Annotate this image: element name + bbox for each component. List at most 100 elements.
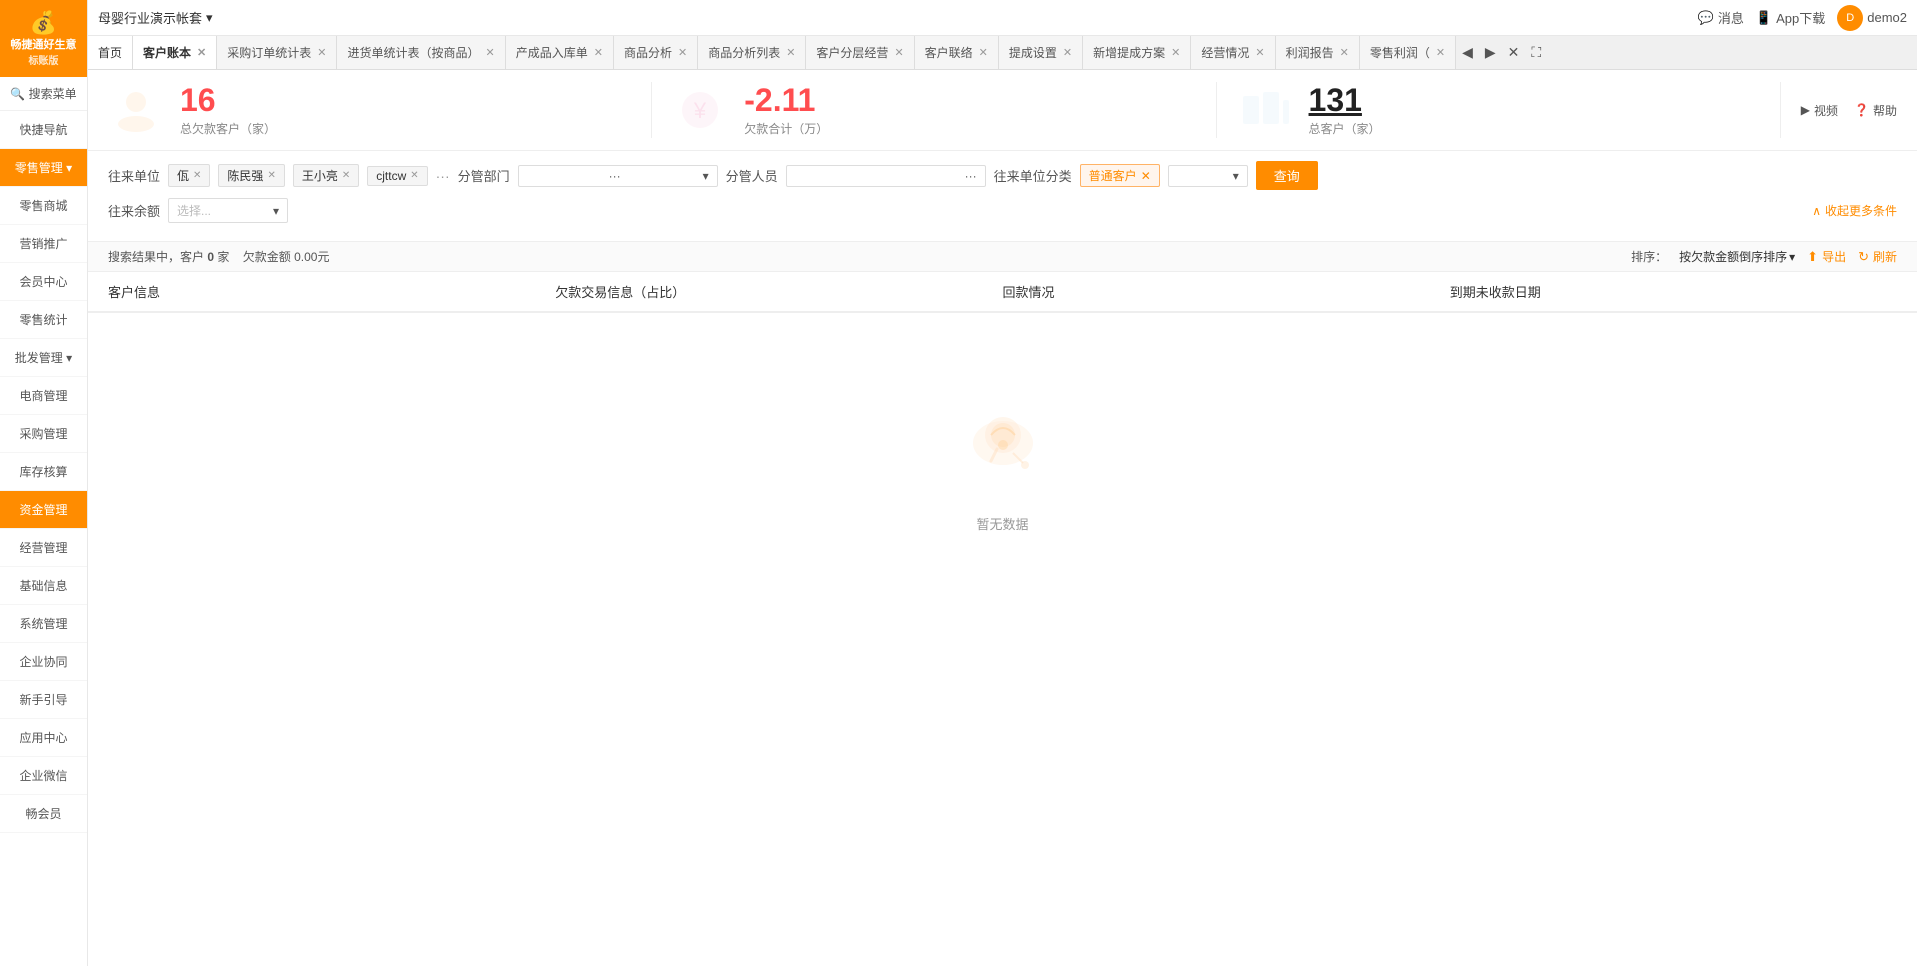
close-icon-2[interactable]: ✕	[486, 46, 495, 59]
stat-number-customers: 16	[180, 84, 276, 116]
sidebar-item-purchase[interactable]: 采购管理	[0, 415, 87, 453]
wechat-label: 企业微信	[19, 769, 67, 783]
more-tags-btn[interactable]: ···	[436, 168, 450, 184]
refresh-btn[interactable]: ↻ 刷新	[1858, 248, 1897, 265]
close-icon-8[interactable]: ✕	[1063, 46, 1072, 59]
tab-next-btn[interactable]: ▶	[1479, 36, 1502, 69]
refresh-label: 刷新	[1873, 248, 1897, 265]
sidebar-item-ecommerce[interactable]: 电商管理	[0, 377, 87, 415]
stat-info-total: 131 总客户（家）	[1309, 84, 1381, 137]
chevron-down-icon-2: ▾	[66, 351, 72, 365]
stat-block-total: 131 总客户（家）	[1237, 82, 1781, 138]
sidebar-item-inventory[interactable]: 库存核算	[0, 453, 87, 491]
sidebar-item-retail-mgmt[interactable]: 零售管理 ▾	[0, 149, 87, 187]
help-btn[interactable]: ❓ 帮助	[1854, 102, 1897, 119]
svg-text:¥: ¥	[693, 98, 707, 123]
inbound-label: 产成品入库单	[516, 44, 588, 61]
chevron-down-balance: ▾	[273, 204, 279, 218]
filter-tag-cjttcw: cjttcw ✕	[367, 166, 427, 186]
sidebar-item-membership[interactable]: 畅会员	[0, 795, 87, 833]
commission-settings-label: 提成设置	[1009, 44, 1057, 61]
balance-placeholder: 选择...	[177, 202, 211, 219]
close-icon-5[interactable]: ✕	[786, 46, 795, 59]
sort-select[interactable]: 按欠款金额倒序排序 ▾	[1679, 248, 1795, 265]
close-unit-class-tag[interactable]: ✕	[1141, 169, 1151, 183]
collapse-btn[interactable]: ∧ 收起更多条件	[1812, 202, 1897, 219]
close-tab-icon[interactable]: ✕	[197, 46, 206, 59]
sidebar-item-business[interactable]: 经营管理	[0, 529, 87, 567]
sort-value: 按欠款金额倒序排序	[1679, 248, 1787, 265]
sidebar-item-member[interactable]: 会员中心	[0, 263, 87, 301]
close-tag-chen[interactable]: ✕	[267, 170, 275, 181]
close-icon-11[interactable]: ✕	[1340, 46, 1349, 59]
business-situation-label: 经营情况	[1201, 44, 1249, 61]
unit-class-filter-label: 往来单位分类	[994, 166, 1072, 185]
dept-select[interactable]: ··· ▾	[518, 165, 718, 187]
tab-goods-analysis[interactable]: 商品分析 ✕	[614, 36, 698, 69]
sidebar-item-retail-stats[interactable]: 零售统计	[0, 301, 87, 339]
balance-select[interactable]: 选择... ▾	[168, 198, 288, 223]
tab-profit-report[interactable]: 利润报告 ✕	[1276, 36, 1360, 69]
unit-class-select[interactable]: ▾	[1168, 165, 1248, 187]
retail-mgmt-label: 零售管理	[15, 161, 63, 175]
tab-inbound[interactable]: 产成品入库单 ✕	[506, 36, 614, 69]
home-tab-label: 首页	[98, 44, 122, 61]
close-icon-6[interactable]: ✕	[894, 46, 903, 59]
help-icon: ❓	[1854, 103, 1869, 117]
tab-goods-analysis-list[interactable]: 商品分析列表 ✕	[698, 36, 806, 69]
sidebar-item-wechat[interactable]: 企业微信	[0, 757, 87, 795]
sidebar-item-guide[interactable]: 新手引导	[0, 681, 87, 719]
col-due-date: 到期未收款日期	[1450, 282, 1897, 301]
tab-business-situation[interactable]: 经营情况 ✕	[1191, 36, 1275, 69]
close-icon-12[interactable]: ✕	[1436, 46, 1445, 59]
tab-commission-settings[interactable]: 提成设置 ✕	[999, 36, 1083, 69]
user-info[interactable]: D demo2	[1837, 5, 1907, 31]
company-dropdown[interactable]: 母婴行业演示帐套 ▾	[98, 8, 213, 27]
tab-customer-ledger[interactable]: 客户账本 ✕	[133, 36, 217, 69]
close-tag-wang[interactable]: ✕	[342, 170, 350, 181]
export-btn[interactable]: ⬆ 导出	[1807, 248, 1846, 265]
sidebar-item-apps[interactable]: 应用中心	[0, 719, 87, 757]
tab-retail-profit[interactable]: 零售利润（ ✕	[1360, 36, 1456, 69]
person-select[interactable]: ···	[786, 165, 986, 187]
tab-purchase-stats[interactable]: 采购订单统计表 ✕	[217, 36, 337, 69]
tab-fullscreen-btn[interactable]: ⛶	[1525, 36, 1547, 69]
tab-home[interactable]: 首页	[88, 36, 133, 69]
tab-customer-contact[interactable]: 客户联络 ✕	[915, 36, 999, 69]
customer-contact-label: 客户联络	[925, 44, 973, 61]
person-filter-label: 分管人员	[726, 166, 778, 185]
export-icon: ⬆	[1807, 249, 1818, 265]
sidebar-item-wholesale[interactable]: 批发管理 ▾	[0, 339, 87, 377]
close-icon-10[interactable]: ✕	[1255, 46, 1264, 59]
close-tag-cjttcw[interactable]: ✕	[410, 170, 418, 181]
marketing-label: 营销推广	[19, 237, 67, 251]
sidebar-item-retail-mall[interactable]: 零售商城	[0, 187, 87, 225]
close-icon[interactable]: ✕	[317, 46, 326, 59]
message-btn[interactable]: 💬 消息	[1698, 8, 1744, 27]
video-icon: ▶	[1801, 103, 1810, 117]
app-download-btn[interactable]: 📱 App下载	[1756, 8, 1825, 27]
video-btn[interactable]: ▶ 视频	[1801, 102, 1838, 119]
tab-add-commission[interactable]: 新增提成方案 ✕	[1083, 36, 1191, 69]
sidebar-item-collab[interactable]: 企业协同	[0, 643, 87, 681]
tab-close-all-btn[interactable]: ✕	[1502, 36, 1526, 69]
tab-customer-layered[interactable]: 客户分层经营 ✕	[806, 36, 914, 69]
close-icon-9[interactable]: ✕	[1171, 46, 1180, 59]
sidebar-item-system[interactable]: 系统管理	[0, 605, 87, 643]
sidebar-item-marketing[interactable]: 营销推广	[0, 225, 87, 263]
close-icon-4[interactable]: ✕	[678, 46, 687, 59]
sidebar-item-capital[interactable]: 资金管理	[0, 491, 87, 529]
message-icon: 💬	[1698, 10, 1714, 26]
unit-class-tag: 普通客户 ✕	[1080, 164, 1160, 187]
tab-goods-stats[interactable]: 进货单统计表（按商品） ✕	[337, 36, 505, 69]
stat-label-total: 总客户（家）	[1309, 120, 1381, 137]
person-select-more: ···	[965, 169, 977, 183]
close-tag-wa[interactable]: ✕	[193, 170, 201, 181]
tab-prev-btn[interactable]: ◀	[1456, 36, 1479, 69]
search-menu-item[interactable]: 🔍 搜索菜单	[0, 77, 87, 111]
sidebar-item-basic[interactable]: 基础信息	[0, 567, 87, 605]
sidebar-item-quick-nav[interactable]: 快捷导航	[0, 111, 87, 149]
close-icon-7[interactable]: ✕	[979, 46, 988, 59]
close-icon-3[interactable]: ✕	[594, 46, 603, 59]
query-button[interactable]: 查询	[1256, 161, 1318, 190]
